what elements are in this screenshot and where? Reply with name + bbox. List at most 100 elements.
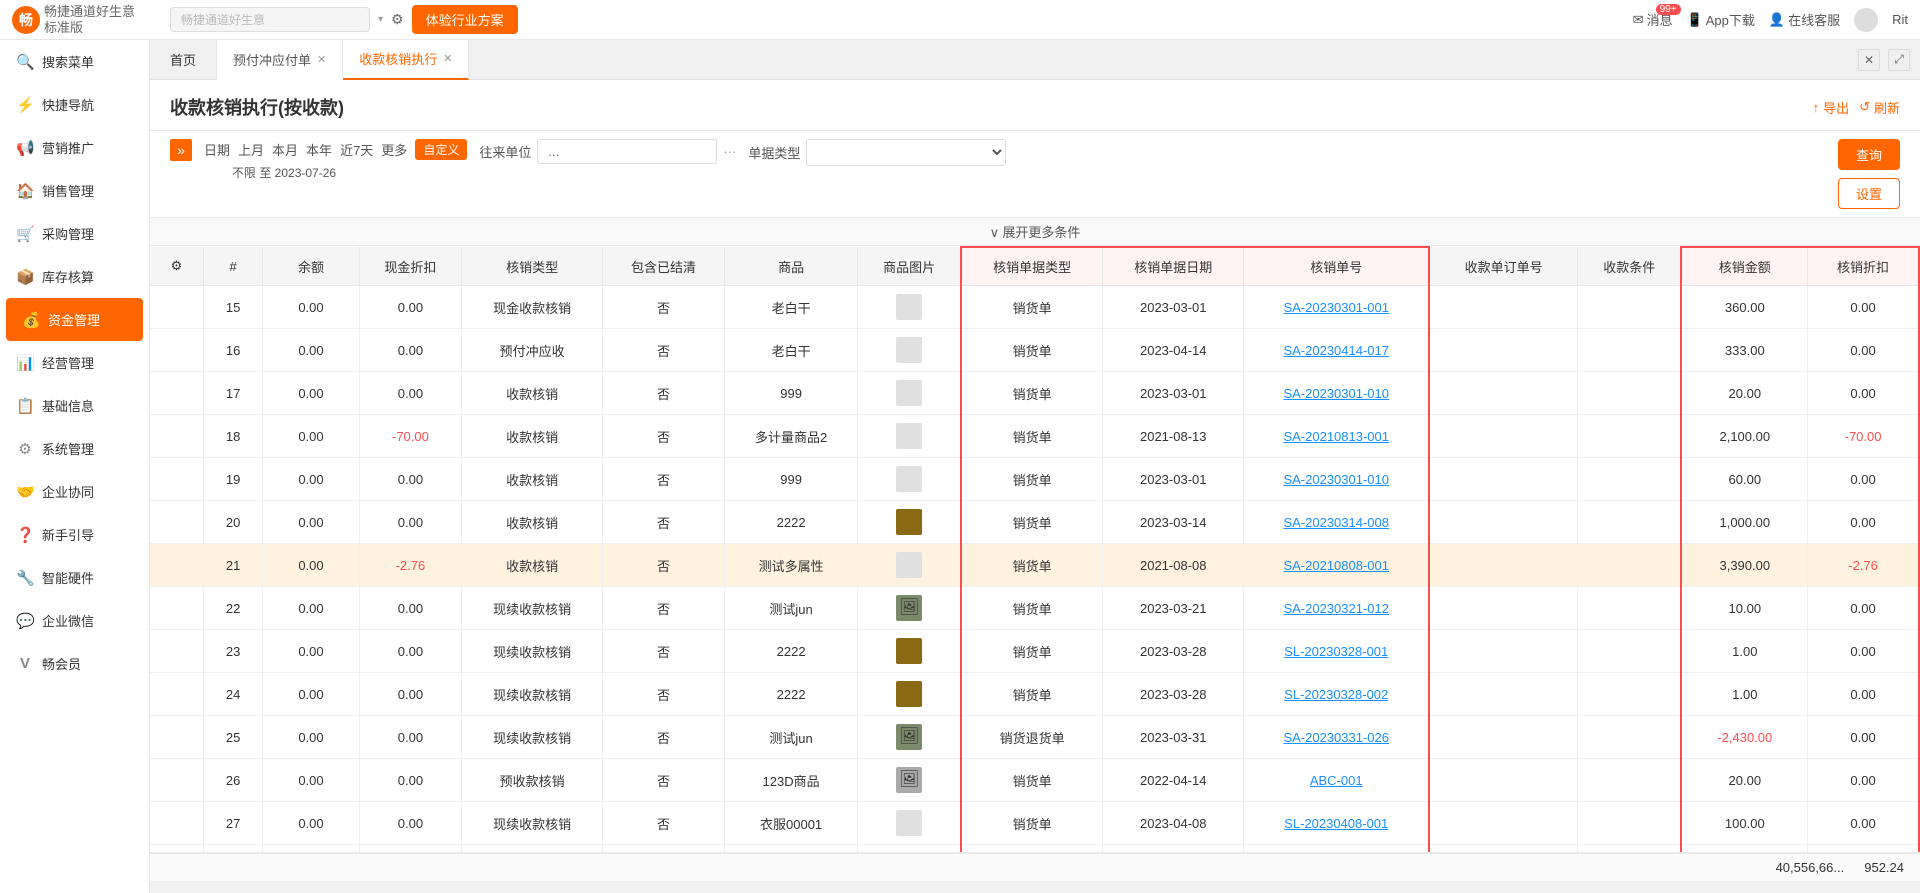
online-service-btn[interactable]: 👤 在线客服: [1769, 10, 1840, 29]
row-settings: [150, 329, 203, 372]
row-verify-doc-type: 销货退货单: [961, 716, 1103, 759]
table-header-row: ⚙ # 余额 现金折扣 核销类型 包含已结清 商品 商品图片 核销单据类型 核销…: [150, 247, 1919, 286]
row-verify-doc-no[interactable]: SL-20230328-001: [1244, 630, 1429, 673]
product-image: 🖼: [896, 767, 922, 793]
collection-tab-close-icon[interactable]: ✕: [443, 52, 452, 65]
row-receipt-order: [1429, 415, 1577, 458]
row-verify-doc-date: 2023-04-08: [1103, 802, 1244, 845]
sidebar-item-business[interactable]: 📊 经营管理: [0, 341, 149, 384]
row-cash-discount: 0.00: [359, 802, 461, 845]
sidebar-item-sales[interactable]: 🏠 销售管理: [0, 169, 149, 212]
settings-icon[interactable]: ⚙: [391, 11, 404, 28]
page-header-right: ↑ 导出 ↺ 刷新: [1813, 98, 1900, 117]
row-verify-doc-no[interactable]: SA-20230301-010: [1244, 372, 1429, 415]
row-num: 19: [203, 458, 262, 501]
row-verify-doc-type: 销货单: [961, 372, 1103, 415]
tab-maximize-btn[interactable]: ⤢: [1888, 49, 1910, 71]
tab-prepay[interactable]: 预付冲应付单 ✕: [217, 40, 343, 80]
query-btn[interactable]: 查询: [1838, 139, 1900, 170]
doc-type-select[interactable]: [806, 139, 1006, 166]
row-verify-discount: 0.00: [1808, 630, 1919, 673]
row-product: 衣服00001: [724, 802, 858, 845]
row-verify-doc-no[interactable]: SA-20230301-010: [1244, 458, 1429, 501]
prepay-tab-close-icon[interactable]: ✕: [317, 53, 326, 66]
row-receipt-condition: [1578, 716, 1682, 759]
row-balance: 0.00: [263, 845, 359, 853]
row-verify-doc-date: 2023-03-01: [1103, 372, 1244, 415]
row-included: 否: [603, 458, 725, 501]
row-verify-doc-type: 销货单: [961, 759, 1103, 802]
row-verify-doc-no[interactable]: ABC-001: [1244, 759, 1429, 802]
row-verify-doc-no[interactable]: SL-20230408-001: [1244, 802, 1429, 845]
date-option-last-month[interactable]: 上月: [238, 140, 264, 159]
row-verify-doc-no[interactable]: SA-20230314-008: [1244, 501, 1429, 544]
date-custom-btn[interactable]: 自定义: [415, 139, 467, 160]
refresh-btn[interactable]: ↺ 刷新: [1859, 98, 1900, 117]
sidebar-item-basic[interactable]: 📋 基础信息: [0, 384, 149, 427]
tab-close-window-btn[interactable]: ✕: [1858, 49, 1880, 71]
page-title: 收款核销执行(按收款): [170, 94, 344, 120]
row-included: 否: [603, 716, 725, 759]
row-settings: [150, 802, 203, 845]
purchase-icon: 🛒: [16, 225, 34, 243]
trial-btn[interactable]: 体验行业方案: [412, 5, 518, 34]
col-settings[interactable]: ⚙: [150, 247, 203, 286]
product-image: [896, 810, 922, 836]
sidebar-item-marketing[interactable]: 📢 营销推广: [0, 126, 149, 169]
row-verify-doc-no[interactable]: SA-20210808-001: [1244, 544, 1429, 587]
sidebar-item-quicknav[interactable]: ⚡ 快捷导航: [0, 83, 149, 126]
sidebar-item-member[interactable]: V 畅会员: [0, 642, 149, 685]
bottom-scrollbar[interactable]: [150, 881, 1920, 893]
row-verify-doc-no[interactable]: SL-20230328-002: [1244, 673, 1429, 716]
sidebar-item-guide[interactable]: ❓ 新手引导: [0, 513, 149, 556]
row-product-img: [858, 286, 961, 329]
row-receipt-condition: [1578, 587, 1682, 630]
row-verify-doc-no[interactable]: SA-20210813-001: [1244, 415, 1429, 458]
filter-settings-btn[interactable]: 设置: [1838, 178, 1900, 209]
user-avatar[interactable]: [1854, 8, 1878, 32]
messages-btn[interactable]: ✉ 消息 99+: [1633, 10, 1673, 29]
row-verify-doc-no[interactable]: SA-20230301-001: [1244, 286, 1429, 329]
row-verify-doc-date: 2023-03-14: [1103, 501, 1244, 544]
date-option-7days[interactable]: 近7天: [340, 140, 373, 159]
row-included: 否: [603, 759, 725, 802]
app-download-label: App下载: [1706, 10, 1755, 29]
date-option-this-year[interactable]: 本年: [306, 140, 332, 159]
row-verify-doc-no[interactable]: SA-20230321-012: [1244, 587, 1429, 630]
sidebar-item-inventory[interactable]: 📦 库存核算: [0, 255, 149, 298]
product-image: [896, 423, 922, 449]
row-verify-doc-no[interactable]: SA-20230414-017: [1244, 329, 1429, 372]
sidebar-item-corp[interactable]: 🤝 企业协同: [0, 470, 149, 513]
sidebar-item-finance[interactable]: 💰 资金管理: [6, 298, 143, 341]
download-icon: 📱: [1687, 12, 1703, 28]
dropdown-arrow-icon[interactable]: ▾: [378, 14, 383, 25]
sidebar-item-system[interactable]: ⚙ 系统管理: [0, 427, 149, 470]
tab-home[interactable]: 首页: [150, 40, 217, 80]
app-download-btn[interactable]: 📱 App下载: [1687, 10, 1755, 29]
sidebar-item-hardware[interactable]: 🔧 智能硬件: [0, 556, 149, 599]
row-cash-discount: 0.00: [359, 587, 461, 630]
tab-collection[interactable]: 收款核销执行 ✕: [343, 40, 469, 80]
row-verify-doc-date: 2023-03-01: [1103, 286, 1244, 329]
table-row: 200.000.00收款核销否2222销货单2023-03-14SA-20230…: [150, 501, 1919, 544]
col-receipt-condition: 收款条件: [1578, 247, 1682, 286]
export-btn[interactable]: ↑ 导出: [1813, 98, 1850, 117]
table-row: 240.000.00现续收款核销否2222销货单2023-03-28SL-202…: [150, 673, 1919, 716]
filter-toggle-btn[interactable]: »: [170, 139, 192, 161]
row-verify-discount: 0.00: [1808, 759, 1919, 802]
row-verify-doc-type: 销货单: [961, 802, 1103, 845]
row-verify-doc-no[interactable]: SA-20230331-026: [1244, 716, 1429, 759]
sidebar-item-purchase[interactable]: 🛒 采购管理: [0, 212, 149, 255]
date-option-more[interactable]: 更多: [381, 140, 407, 159]
sidebar-item-wechat[interactable]: 💬 企业微信: [0, 599, 149, 642]
row-verify-doc-no[interactable]: SL-20230418-001: [1244, 845, 1429, 853]
sidebar-item-label: 快捷导航: [42, 95, 94, 114]
sidebar-item-search[interactable]: 🔍 搜索菜单: [0, 40, 149, 83]
expand-more-btn[interactable]: ∨ 展开更多条件: [990, 222, 1081, 241]
row-receipt-condition: [1578, 673, 1682, 716]
row-verify-amount: 1.00: [1681, 673, 1807, 716]
date-option-this-month[interactable]: 本月: [272, 140, 298, 159]
row-verify-doc-type: 销货单: [961, 329, 1103, 372]
row-verify-amount: 20.00: [1681, 759, 1807, 802]
partner-input[interactable]: [537, 139, 717, 164]
